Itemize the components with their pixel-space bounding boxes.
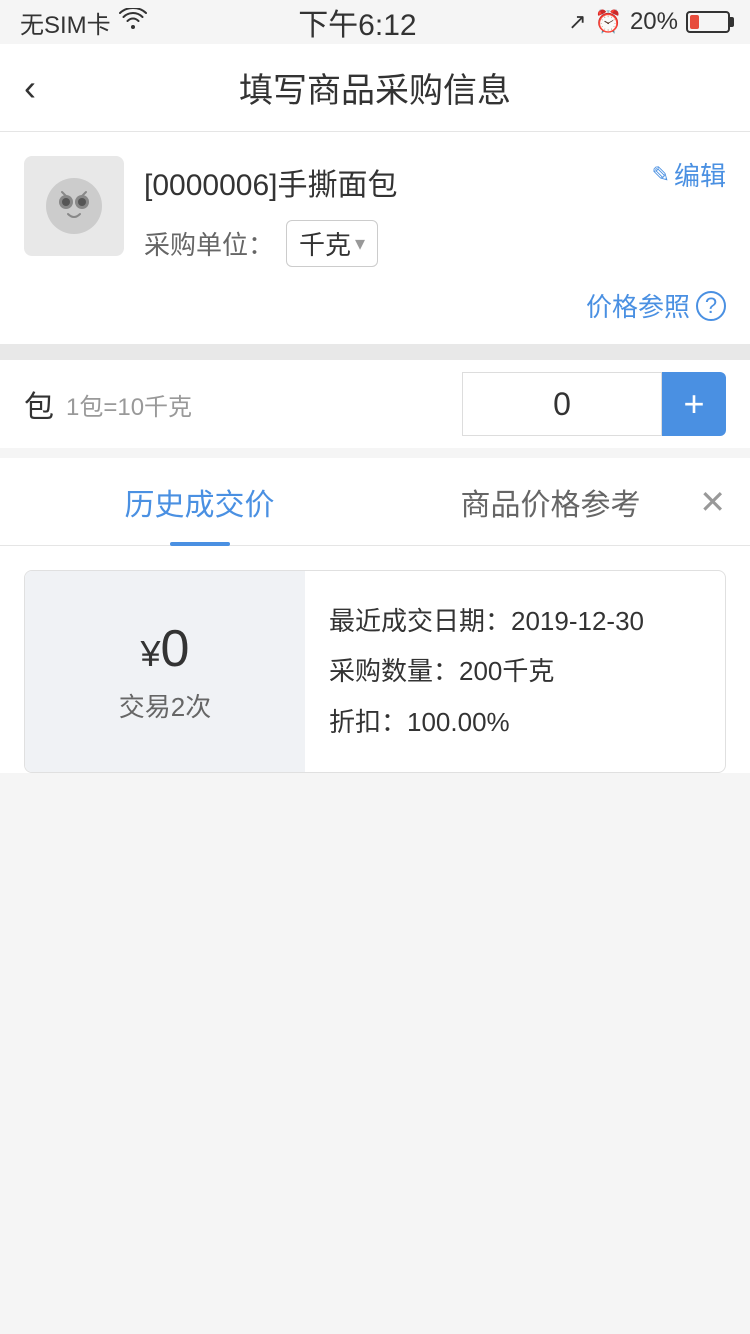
battery-indicator bbox=[686, 11, 730, 33]
history-details: 最近成交日期：2019-12-30 采购数量：200千克 折扣：100.00% bbox=[305, 571, 725, 772]
history-price: ¥0 bbox=[141, 619, 190, 679]
carrier-text: 无SIM卡 bbox=[20, 5, 111, 40]
quantity-unit-label: 包 bbox=[24, 382, 54, 426]
wifi-icon bbox=[119, 8, 147, 37]
quantity-row: 包 1包=10千克 0 + bbox=[0, 360, 750, 448]
location-icon: ↗ bbox=[568, 9, 586, 35]
quantity-right: 0 + bbox=[462, 372, 726, 436]
product-card: [0000006]手撕面包 采购单位： 千克 ▾ ✎ 编辑 价格参照 ? bbox=[0, 132, 750, 344]
recent-date-value: 2019-12-30 bbox=[511, 606, 644, 636]
discount-label: 折扣： bbox=[329, 707, 407, 737]
price-ref-row: 价格参照 ? bbox=[24, 287, 726, 324]
discount-value: 100.00% bbox=[407, 707, 510, 737]
tab-header: 历史成交价 商品价格参考 ✕ bbox=[0, 458, 750, 546]
price-ref-button[interactable]: 价格参照 ? bbox=[586, 287, 726, 324]
trade-count: 交易2次 bbox=[119, 687, 211, 724]
unit-value: 千克 bbox=[299, 225, 351, 262]
battery-percent: 20% bbox=[630, 8, 678, 36]
tab-price-reference[interactable]: 商品价格参考 bbox=[375, 458, 726, 546]
discount-item: 折扣：100.00% bbox=[329, 704, 701, 740]
quantity-left: 包 1包=10千克 bbox=[24, 382, 192, 426]
history-price-block: ¥0 交易2次 bbox=[25, 571, 305, 772]
product-name: [0000006]手撕面包 bbox=[144, 160, 652, 204]
product-thumbnail bbox=[24, 156, 124, 256]
quantity-input[interactable]: 0 bbox=[462, 372, 662, 436]
price-ref-label: 价格参照 bbox=[586, 287, 690, 324]
tab-price-ref-label: 商品价格参考 bbox=[461, 480, 641, 524]
history-card: ¥0 交易2次 最近成交日期：2019-12-30 采购数量：200千克 折扣：… bbox=[24, 570, 726, 773]
nav-bar: ‹ 填写商品采购信息 bbox=[0, 44, 750, 132]
recent-date-item: 最近成交日期：2019-12-30 bbox=[329, 603, 701, 639]
tab-close-button[interactable]: ✕ bbox=[699, 483, 726, 521]
page-title: 填写商品采购信息 bbox=[239, 63, 511, 112]
status-left: 无SIM卡 bbox=[20, 5, 147, 40]
tab-history-price[interactable]: 历史成交价 bbox=[24, 458, 375, 546]
tab-section: 历史成交价 商品价格参考 ✕ ¥0 交易2次 最近成交日期：2019-12-30 bbox=[0, 458, 750, 773]
product-left: [0000006]手撕面包 采购单位： 千克 ▾ bbox=[24, 156, 652, 267]
chevron-down-icon: ▾ bbox=[355, 231, 365, 256]
currency-symbol: ¥ bbox=[141, 633, 161, 674]
recent-date-label: 最近成交日期： bbox=[329, 606, 511, 636]
product-info: [0000006]手撕面包 采购单位： 千克 ▾ bbox=[144, 156, 652, 267]
back-button[interactable]: ‹ bbox=[24, 67, 36, 109]
tab-history-label: 历史成交价 bbox=[125, 480, 275, 524]
price-value: 0 bbox=[161, 620, 190, 678]
edit-button[interactable]: ✎ 编辑 bbox=[652, 156, 726, 193]
main-content: 历史成交价 商品价格参考 ✕ ¥0 交易2次 最近成交日期：2019-12-30 bbox=[0, 458, 750, 1058]
quantity-conversion-hint: 1包=10千克 bbox=[66, 387, 192, 422]
status-right: ↗ ⏰ 20% bbox=[568, 8, 730, 36]
product-unit-row: 采购单位： 千克 ▾ bbox=[144, 220, 652, 267]
section-divider bbox=[0, 344, 750, 360]
purchase-quantity-value: 200千克 bbox=[459, 656, 554, 686]
status-bar: 无SIM卡 下午6:12 ↗ ⏰ 20% bbox=[0, 0, 750, 44]
purchase-quantity-label: 采购数量： bbox=[329, 656, 459, 686]
edit-icon: ✎ bbox=[652, 162, 670, 188]
quantity-plus-button[interactable]: + bbox=[662, 372, 726, 436]
unit-label: 采购单位： bbox=[144, 225, 274, 262]
unit-select[interactable]: 千克 ▾ bbox=[286, 220, 378, 267]
tab-active-indicator bbox=[170, 542, 230, 546]
purchase-quantity-item: 采购数量：200千克 bbox=[329, 653, 701, 689]
alarm-icon: ⏰ bbox=[595, 9, 622, 35]
status-time: 下午6:12 bbox=[298, 0, 416, 44]
help-icon: ? bbox=[696, 291, 726, 321]
product-header: [0000006]手撕面包 采购单位： 千克 ▾ ✎ 编辑 bbox=[24, 156, 726, 267]
